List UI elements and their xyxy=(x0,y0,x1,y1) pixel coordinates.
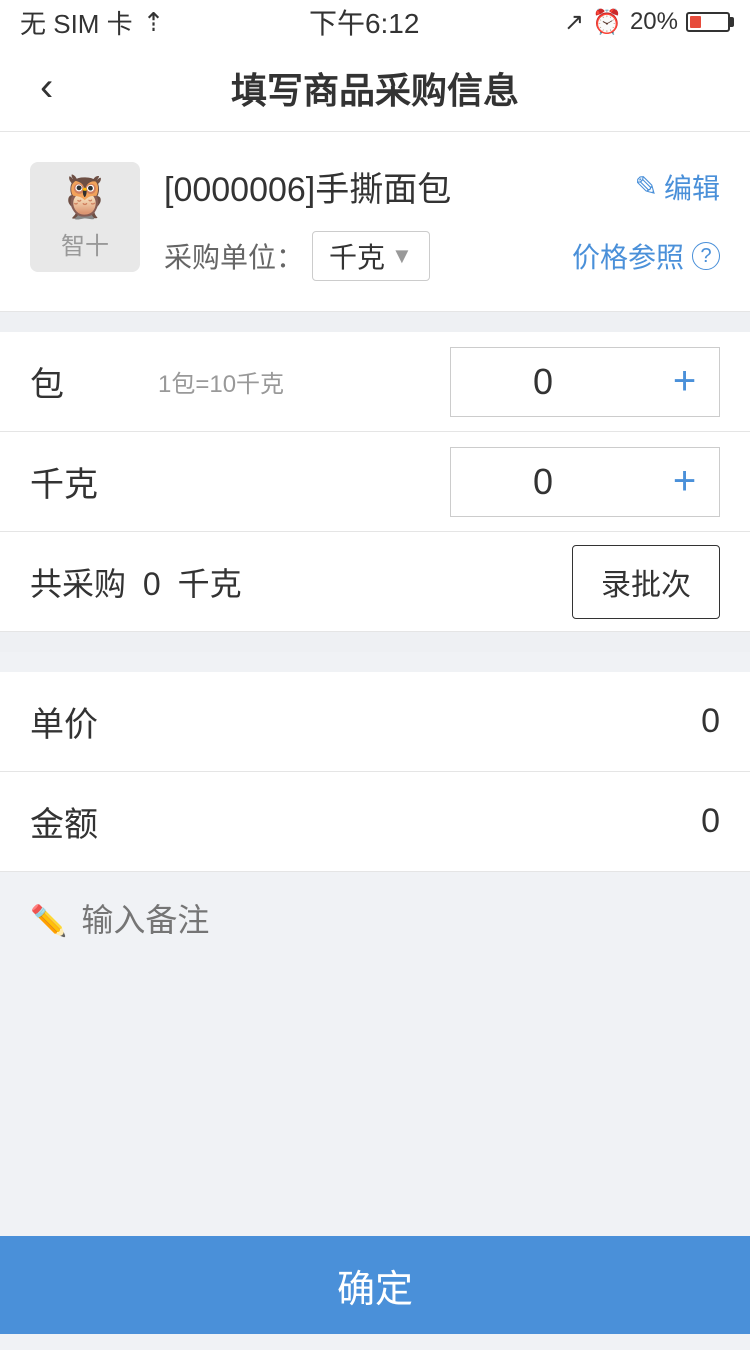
unit-select[interactable]: 千克 ▼ xyxy=(312,231,430,281)
purchase-unit-row: 采购单位： 千克 ▼ 价格参照 ? xyxy=(164,231,720,281)
unit-price-label: 单价 xyxy=(30,697,98,746)
notes-input[interactable] xyxy=(81,902,720,939)
unit-value: 千克 xyxy=(329,236,385,276)
amount-value: 0 xyxy=(701,802,720,841)
input-section: 包 1包=10千克 + 千克 + xyxy=(0,332,750,532)
product-logo-text: 智十 xyxy=(61,226,109,261)
wifi-icon: ⇡ xyxy=(143,7,165,38)
nav-bar: ‹ 填写商品采购信息 xyxy=(0,44,750,132)
kg-plus-button[interactable]: + xyxy=(650,447,720,517)
edit-button[interactable]: ✎ 编辑 xyxy=(635,167,720,207)
bag-number-input[interactable] xyxy=(450,347,650,417)
notes-section: ✏️ xyxy=(0,872,750,1052)
confirm-button[interactable]: 确定 xyxy=(0,1236,750,1334)
unit-price-row: 单价 0 xyxy=(0,672,750,772)
bag-plus-button[interactable]: + xyxy=(650,347,720,417)
carrier-text: 无 SIM 卡 xyxy=(20,4,133,41)
product-name: [0000006]手撕面包 xyxy=(164,162,451,211)
product-image: 🦉 智十 xyxy=(30,162,140,272)
status-left: 无 SIM 卡 ⇡ xyxy=(20,4,164,41)
total-row: 共采购 0 千克 录批次 xyxy=(0,532,750,632)
status-bar: 无 SIM 卡 ⇡ 下午6:12 ↗ ⏰ 20% xyxy=(0,0,750,44)
batch-button[interactable]: 录批次 xyxy=(572,545,720,619)
product-card: 🦉 智十 [0000006]手撕面包 ✎ 编辑 采购单位： 千克 ▼ xyxy=(0,132,750,312)
price-ref-label: 价格参照 xyxy=(572,236,684,276)
content-spacer xyxy=(0,1052,750,1252)
total-text: 共采购 0 千克 xyxy=(30,559,242,605)
section-divider-2 xyxy=(0,632,750,652)
kg-input-row: 千克 + xyxy=(0,432,750,532)
kg-label: 千克 xyxy=(30,457,150,506)
product-info: [0000006]手撕面包 ✎ 编辑 采购单位： 千克 ▼ 价格参照 ? xyxy=(164,162,720,281)
edit-icon: ✎ xyxy=(635,170,658,203)
pencil-icon: ✏️ xyxy=(30,904,67,939)
total-unit: 千克 xyxy=(178,566,242,602)
status-right: ↗ ⏰ 20% xyxy=(564,8,730,37)
product-name-row: [0000006]手撕面包 ✎ 编辑 xyxy=(164,162,720,211)
section-divider-1 xyxy=(0,312,750,332)
bag-input-control: + xyxy=(450,347,720,417)
total-amount: 0 xyxy=(143,566,161,602)
bag-label: 包 xyxy=(30,357,150,406)
price-section: 单价 0 金额 0 xyxy=(0,672,750,872)
back-button[interactable]: ‹ xyxy=(30,55,63,120)
price-ref-help-icon: ? xyxy=(692,242,720,270)
location-icon: ↗ xyxy=(564,8,584,37)
unit-price-value: 0 xyxy=(701,702,720,741)
amount-label: 金额 xyxy=(30,797,98,846)
battery-icon xyxy=(686,12,730,32)
edit-label: 编辑 xyxy=(664,167,720,207)
unit-label: 采购单位： xyxy=(164,236,304,276)
total-label: 共采购 xyxy=(30,566,126,602)
bag-input-row: 包 1包=10千克 + xyxy=(0,332,750,432)
product-logo-icon: 🦉 xyxy=(59,173,111,222)
bag-sub-label: 1包=10千克 xyxy=(158,364,450,399)
page-title: 填写商品采购信息 xyxy=(231,62,519,114)
alarm-icon: ⏰ xyxy=(592,8,622,37)
kg-number-input[interactable] xyxy=(450,447,650,517)
amount-row: 金额 0 xyxy=(0,772,750,872)
kg-input-control: + xyxy=(450,447,720,517)
price-ref-button[interactable]: 价格参照 ? xyxy=(572,236,720,276)
unit-dropdown-icon: ▼ xyxy=(391,243,413,269)
battery-percent: 20% xyxy=(630,8,678,36)
time-text: 下午6:12 xyxy=(309,2,420,42)
